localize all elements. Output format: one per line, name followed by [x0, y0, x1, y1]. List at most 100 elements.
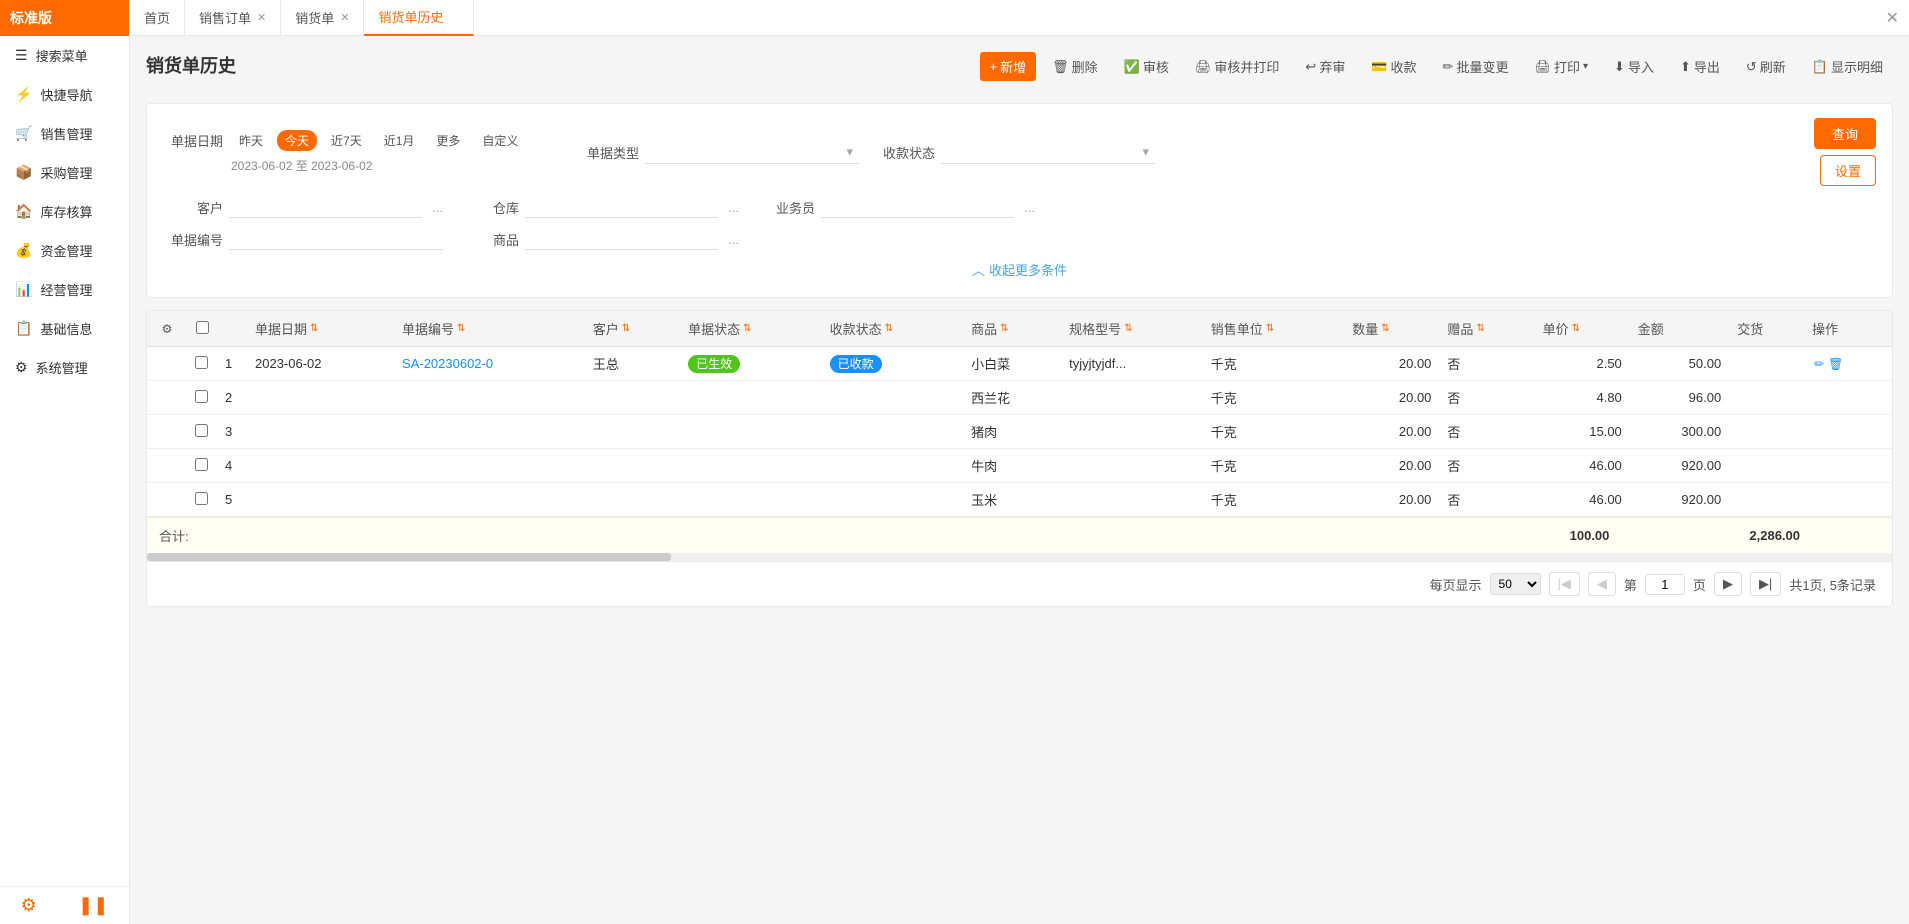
sidebar-item-sales-mgmt[interactable]: 🛒 销售管理 [0, 114, 129, 153]
cell-checkbox[interactable] [187, 415, 217, 449]
select-all-checkbox[interactable] [196, 321, 209, 334]
horizontal-scrollbar[interactable] [147, 553, 1892, 561]
audit-button[interactable]: ✅ 审核 [1114, 52, 1179, 81]
row-checkbox[interactable] [195, 390, 208, 403]
cell-spec-type [1061, 415, 1203, 449]
action-btn[interactable]: ✏ [1814, 357, 1824, 371]
row-checkbox[interactable] [195, 424, 208, 437]
th-settings[interactable]: ⚙ [147, 311, 187, 347]
th-customer[interactable]: 客户 ⇅ [585, 311, 680, 347]
page-last-btn[interactable]: ▶| [1750, 572, 1781, 596]
shortcut-1month[interactable]: 近1月 [376, 130, 423, 151]
query-button[interactable]: 查询 [1814, 118, 1876, 149]
goods-input[interactable] [525, 228, 718, 250]
staff-dots[interactable]: ... [1024, 200, 1035, 215]
row-checkbox[interactable] [195, 492, 208, 505]
tab-sales-history-close[interactable]: ✕ [450, 10, 459, 23]
th-collect-status[interactable]: 收款状态 ⇅ [822, 311, 964, 347]
sidebar-item-label: 快捷导航 [40, 85, 92, 104]
th-qty[interactable]: 数量 ⇅ [1344, 311, 1439, 347]
shortcut-custom[interactable]: 自定义 [474, 130, 526, 151]
th-unit-price[interactable]: 单价 ⇅ [1535, 311, 1630, 347]
add-button[interactable]: + 新增 [980, 52, 1037, 81]
th-gift[interactable]: 赠品 ⇅ [1439, 311, 1534, 347]
th-doc-no[interactable]: 单据编号 ⇅ [394, 311, 585, 347]
doc-no-input[interactable] [229, 228, 443, 250]
tab-sales-goods[interactable]: 销货单 ✕ [281, 0, 364, 36]
sidebar-item-system[interactable]: ⚙ 系统管理 [0, 348, 129, 387]
doc-type-select[interactable]: ▾ [645, 141, 859, 164]
th-spec-type[interactable]: 规格型号 ⇅ [1061, 311, 1203, 347]
shortcut-yesterday[interactable]: 昨天 [231, 130, 271, 151]
tab-home[interactable]: 首页 [130, 0, 185, 36]
cell-goods: 猪肉 [963, 415, 1061, 449]
tab-sales-order[interactable]: 销售订单 ✕ [185, 0, 281, 36]
batch-change-button[interactable]: ✏ 批量变更 [1433, 52, 1519, 81]
page-next-btn[interactable]: ▶ [1714, 572, 1742, 596]
collapse-btn[interactable]: ︿ 收起更多条件 [972, 260, 1067, 279]
tab-sales-goods-close[interactable]: ✕ [340, 11, 349, 24]
row-checkbox[interactable] [195, 356, 208, 369]
page-number-input[interactable] [1645, 574, 1685, 595]
print-button[interactable]: 🖨 打印 ▾ [1524, 52, 1598, 81]
action-btn[interactable]: 🗑 [1828, 357, 1843, 371]
sort-collect-status-icon: ⇅ [885, 323, 893, 334]
cell-checkbox[interactable] [187, 347, 217, 381]
page-first-btn[interactable]: |◀ [1549, 572, 1580, 596]
page-prev-btn[interactable]: ◀ [1588, 572, 1616, 596]
cell-qty: 20.00 [1344, 449, 1439, 483]
sidebar-settings-btn[interactable]: ⚙ [21, 895, 37, 916]
sidebar-item-search-menu[interactable]: ☰ 搜索菜单 [0, 36, 129, 75]
refresh-button[interactable]: ↺ 刷新 [1736, 52, 1796, 81]
cell-spec-type [1061, 449, 1203, 483]
th-doc-date[interactable]: 单据日期 ⇅ [247, 311, 394, 347]
cell-customer [585, 415, 680, 449]
cell-amount: 300.00 [1630, 415, 1729, 449]
th-checkbox[interactable] [187, 311, 217, 347]
export-button[interactable]: ⬆ 导出 [1670, 52, 1730, 81]
show-detail-button[interactable]: 📋 显示明细 [1802, 52, 1893, 81]
customer-input[interactable] [229, 196, 422, 218]
sidebar-item-purchase-mgmt[interactable]: 📦 采购管理 [0, 153, 129, 192]
warehouse-input[interactable] [525, 196, 718, 218]
abandon-button[interactable]: ↩ 弃审 [1295, 52, 1355, 81]
cell-checkbox[interactable] [187, 381, 217, 415]
shortcut-today[interactable]: 今天 [277, 130, 317, 151]
audit-print-button[interactable]: 🖨 审核并打印 [1185, 52, 1290, 81]
th-doc-status[interactable]: 单据状态 ⇅ [680, 311, 822, 347]
cell-checkbox[interactable] [187, 449, 217, 483]
set-button[interactable]: 设置 [1820, 155, 1876, 186]
sidebar-item-quick-nav[interactable]: ⚡ 快捷导航 [0, 75, 129, 114]
page-size-select[interactable]: 50 100 200 [1490, 573, 1541, 595]
staff-input[interactable] [821, 196, 1014, 218]
th-goods[interactable]: 商品 ⇅ [963, 311, 1061, 347]
table-body: 12023-06-02SA-20230602-0王总已生效已收款小白菜tyjyj… [147, 347, 1892, 517]
th-sale-unit[interactable]: 销售单位 ⇅ [1203, 311, 1345, 347]
abandon-icon: ↩ [1305, 59, 1316, 75]
cell-unit-price: 15.00 [1535, 415, 1630, 449]
sidebar-item-base-info[interactable]: 📋 基础信息 [0, 309, 129, 348]
sidebar-collapse-btn[interactable]: ❚❚ [78, 895, 108, 916]
sidebar-item-inventory[interactable]: 🏠 库存核算 [0, 192, 129, 231]
import-button[interactable]: ⬇ 导入 [1604, 52, 1664, 81]
table-header-row: ⚙ 单据日期 ⇅ 单据编号 ⇅ [147, 311, 1892, 347]
sidebar-item-ops-mgmt[interactable]: 📊 经营管理 [0, 270, 129, 309]
cell-qty: 20.00 [1344, 347, 1439, 381]
tab-bar-close-all[interactable]: ✕ [1886, 8, 1909, 28]
goods-dots[interactable]: ... [728, 232, 739, 247]
collect-button[interactable]: 💳 收款 [1361, 52, 1426, 81]
tab-sales-order-close[interactable]: ✕ [257, 11, 266, 24]
table-row: 2西兰花千克20.00否4.8096.00 [147, 381, 1892, 415]
delete-button[interactable]: 🗑 删除 [1042, 52, 1108, 81]
row-checkbox[interactable] [195, 458, 208, 471]
shortcut-more[interactable]: 更多 [428, 130, 468, 151]
cell-goods: 玉米 [963, 483, 1061, 517]
customer-dots[interactable]: ... [432, 200, 443, 215]
collect-status-select[interactable]: ▾ [941, 141, 1155, 164]
cell-sale-unit: 千克 [1203, 449, 1345, 483]
cell-checkbox[interactable] [187, 483, 217, 517]
sidebar-item-fund-mgmt[interactable]: 💰 资金管理 [0, 231, 129, 270]
warehouse-dots[interactable]: ... [728, 200, 739, 215]
shortcut-7days[interactable]: 近7天 [323, 130, 370, 151]
tab-sales-history[interactable]: 销货单历史 ✕ [364, 0, 473, 36]
